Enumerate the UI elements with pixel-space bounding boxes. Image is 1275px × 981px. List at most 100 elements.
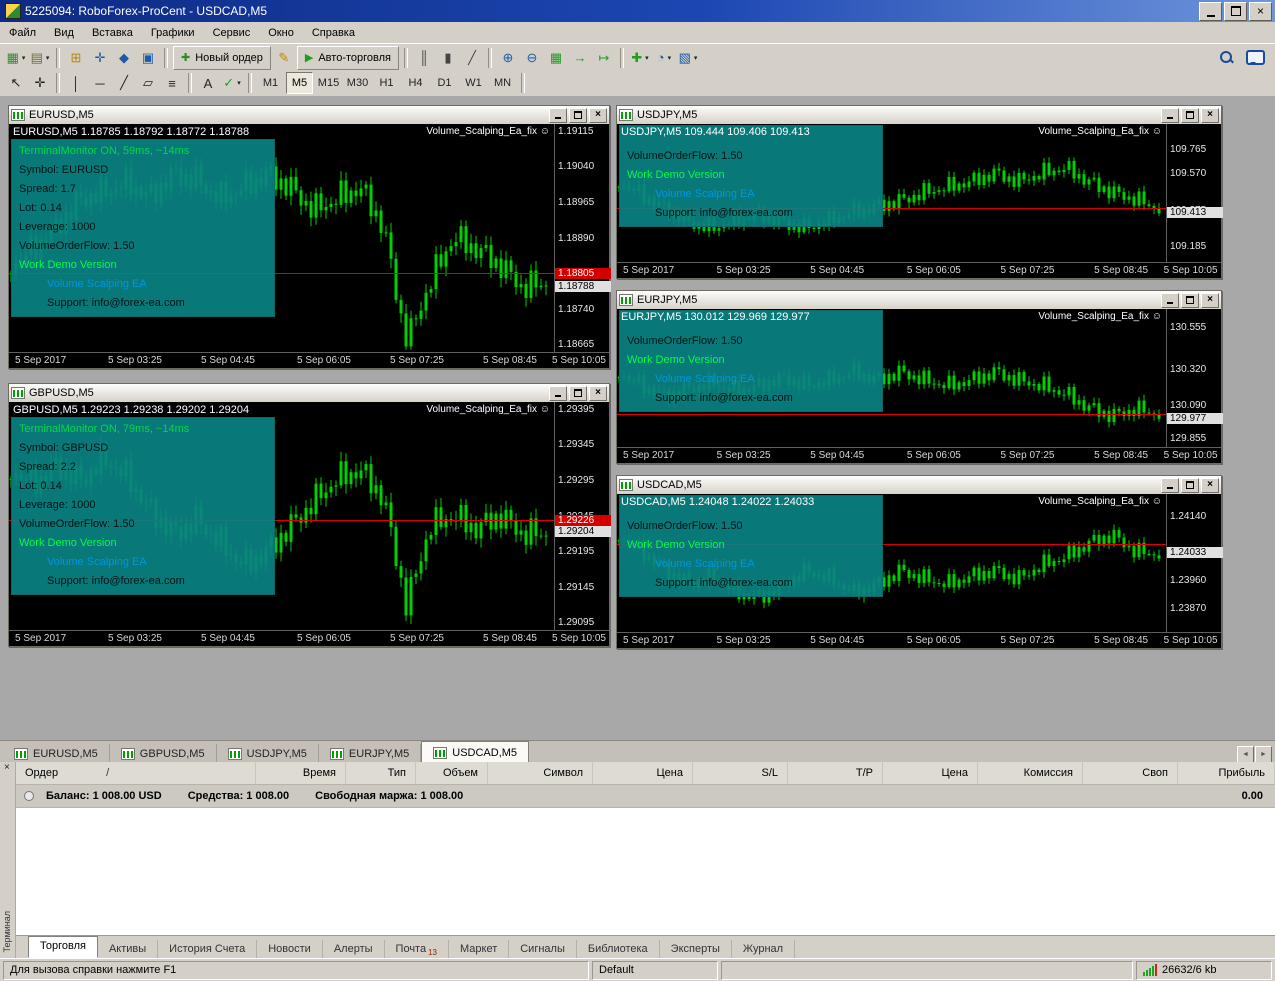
menu-item-service[interactable]: Сервис xyxy=(204,23,260,43)
timeframe-m5-button[interactable]: M5 xyxy=(286,72,313,94)
chat-icon[interactable] xyxy=(1246,50,1265,65)
maximize-button[interactable] xyxy=(1181,292,1199,308)
column-header-символ[interactable]: Символ xyxy=(488,762,593,784)
menu-item-insert[interactable]: Вставка xyxy=(83,23,142,43)
column-header-время[interactable]: Время xyxy=(256,762,346,784)
restore-button[interactable] xyxy=(1224,1,1247,21)
terminal-panel-button[interactable]: ▣ xyxy=(137,47,159,69)
chart-tab-usdcad[interactable]: USDCAD,M5 xyxy=(421,741,530,763)
column-header-своп[interactable]: Своп xyxy=(1083,762,1178,784)
close-button[interactable]: × xyxy=(589,385,607,401)
window-titlebar[interactable]: 5225094: RoboForex-ProCent - USDCAD,M5 × xyxy=(0,0,1275,22)
terminal-close-icon[interactable]: × xyxy=(4,763,10,773)
terminal-tab-сигналы[interactable]: Сигналы xyxy=(509,940,577,958)
terminal-tab-активы[interactable]: Активы xyxy=(98,940,159,958)
chart-window-usdjpy[interactable]: USDJPY,M5 × VolumeOrderFlow: 1.50 Work Demo… xyxy=(616,105,1223,279)
candlestick-mode-button[interactable]: ▮ xyxy=(437,47,459,69)
chart-tab-gbpusd[interactable]: GBPUSD,M5 xyxy=(110,744,217,763)
terminal-tab-торговля[interactable]: Торговля xyxy=(28,936,98,958)
scroll-left-icon[interactable]: ◄ xyxy=(1237,746,1254,763)
terminal-tab-история-счета[interactable]: История Счета xyxy=(158,940,258,958)
minimize-button[interactable] xyxy=(1199,1,1222,21)
close-button[interactable]: × xyxy=(1201,292,1219,308)
terminal-tab-журнал[interactable]: Журнал xyxy=(732,940,796,958)
timeframe-h1-button[interactable]: H1 xyxy=(373,72,400,94)
chart-titlebar[interactable]: GBPUSD,M5 × xyxy=(9,384,609,403)
scroll-right-icon[interactable]: ► xyxy=(1255,746,1272,763)
chart-window-gbpusd[interactable]: GBPUSD,M5 × TerminalMonitor ON, 79ms, ~14m… xyxy=(8,383,611,647)
horizontal-line-tool-button[interactable]: ─ xyxy=(89,72,111,94)
menu-item-window[interactable]: Окно xyxy=(259,23,303,43)
arrows-tool-button[interactable]: ✓ ▾ xyxy=(221,72,243,94)
timeframe-m1-button[interactable]: M1 xyxy=(257,72,284,94)
fibonacci-tool-button[interactable]: ≡ xyxy=(161,72,183,94)
terminal-tab-новости[interactable]: Новости xyxy=(257,940,323,958)
chart-titlebar[interactable]: USDJPY,M5 × xyxy=(617,106,1221,125)
column-header-комиссия[interactable]: Комиссия xyxy=(978,762,1083,784)
column-header-sl[interactable]: S/L xyxy=(693,762,788,784)
minimize-button[interactable] xyxy=(549,107,567,123)
column-header-tp[interactable]: T/P xyxy=(788,762,883,784)
minimize-button[interactable] xyxy=(1161,292,1179,308)
close-button[interactable]: × xyxy=(1249,1,1272,21)
minimize-button[interactable] xyxy=(549,385,567,401)
trendline-tool-button[interactable]: ╱ xyxy=(113,72,135,94)
periods-button[interactable]: ◔ ▾ xyxy=(653,47,675,69)
column-header-тип[interactable]: Тип xyxy=(346,762,416,784)
metaeditor-button[interactable]: ✎ xyxy=(273,47,295,69)
timeframe-d1-button[interactable]: D1 xyxy=(431,72,458,94)
timeframe-h4-button[interactable]: H4 xyxy=(402,72,429,94)
column-header-цена[interactable]: Цена xyxy=(883,762,978,784)
data-window-button[interactable]: ✛ xyxy=(89,47,111,69)
column-header-объем[interactable]: Объем xyxy=(416,762,488,784)
maximize-button[interactable] xyxy=(569,385,587,401)
new-chart-button[interactable]: ▦ ▾ xyxy=(5,47,27,69)
chart-tab-usdjpy[interactable]: USDJPY,M5 xyxy=(217,744,319,763)
close-button[interactable]: × xyxy=(1201,107,1219,123)
chart-window-usdcad[interactable]: USDCAD,M5 × VolumeOrderFlow: 1.50 Work Demo… xyxy=(616,475,1223,649)
minimize-button[interactable] xyxy=(1161,477,1179,493)
zoom-in-button[interactable]: ⊕ xyxy=(497,47,519,69)
market-watch-button[interactable]: ⊞ xyxy=(65,47,87,69)
close-button[interactable]: × xyxy=(1201,477,1219,493)
chart-tab-eurjpy[interactable]: EURJPY,M5 xyxy=(319,744,422,763)
terminal-tab-эксперты[interactable]: Эксперты xyxy=(660,940,732,958)
auto-scroll-button[interactable]: → xyxy=(569,47,591,69)
zoom-out-button[interactable]: ⊖ xyxy=(521,47,543,69)
new-order-button[interactable]: ✚ Новый ордер xyxy=(173,45,271,70)
column-header-цена[interactable]: Цена xyxy=(593,762,693,784)
timeframe-m30-button[interactable]: M30 xyxy=(344,72,371,94)
timeframe-mn-button[interactable]: MN xyxy=(489,72,516,94)
chart-titlebar[interactable]: EURUSD,M5 × xyxy=(9,106,609,125)
terminal-tab-маркет[interactable]: Маркет xyxy=(449,940,510,958)
navigator-button[interactable]: ◆ xyxy=(113,47,135,69)
terminal-tab-библиотека[interactable]: Библиотека xyxy=(577,940,660,958)
column-header-ордер[interactable]: Ордер / xyxy=(16,762,256,784)
chart-window-eurusd[interactable]: EURUSD,M5 × TerminalMonitor ON, 59ms, ~14m… xyxy=(8,105,611,369)
terminal-tab-почта[interactable]: Почта 13 xyxy=(385,940,449,958)
menu-item-view[interactable]: Вид xyxy=(45,23,83,43)
templates-button[interactable]: ▧ ▾ xyxy=(677,47,699,69)
line-chart-mode-button[interactable]: ╱ xyxy=(461,47,483,69)
menu-item-help[interactable]: Справка xyxy=(303,23,364,43)
terminal-tab-алерты[interactable]: Алерты xyxy=(323,940,385,958)
chart-shift-button[interactable]: ↦ xyxy=(593,47,615,69)
column-header-прибыль[interactable]: Прибыль xyxy=(1178,762,1275,784)
cursor-tool-button[interactable]: ↖ xyxy=(5,72,27,94)
bar-chart-mode-button[interactable]: ║ xyxy=(413,47,435,69)
chart-titlebar[interactable]: EURJPY,M5 × xyxy=(617,291,1221,310)
profiles-button[interactable]: ▤ ▾ xyxy=(29,47,51,69)
auto-trading-button[interactable]: ▶ Авто-торговля xyxy=(296,45,399,70)
vertical-line-tool-button[interactable]: │ xyxy=(65,72,87,94)
maximize-button[interactable] xyxy=(569,107,587,123)
chart-titlebar[interactable]: USDCAD,M5 × xyxy=(617,476,1221,495)
status-account-type[interactable]: Default xyxy=(592,960,718,980)
chart-window-eurjpy[interactable]: EURJPY,M5 × VolumeOrderFlow: 1.50 Work Demo… xyxy=(616,290,1223,464)
menu-item-file[interactable]: Файл xyxy=(0,23,45,43)
menu-item-charts[interactable]: Графики xyxy=(142,23,204,43)
chart-tab-eurusd[interactable]: EURUSD,M5 xyxy=(3,744,110,763)
channel-tool-button[interactable]: ▱ xyxy=(137,72,159,94)
timeframe-w1-button[interactable]: W1 xyxy=(460,72,487,94)
crosshair-tool-button[interactable]: ✛ xyxy=(29,72,51,94)
maximize-button[interactable] xyxy=(1181,107,1199,123)
